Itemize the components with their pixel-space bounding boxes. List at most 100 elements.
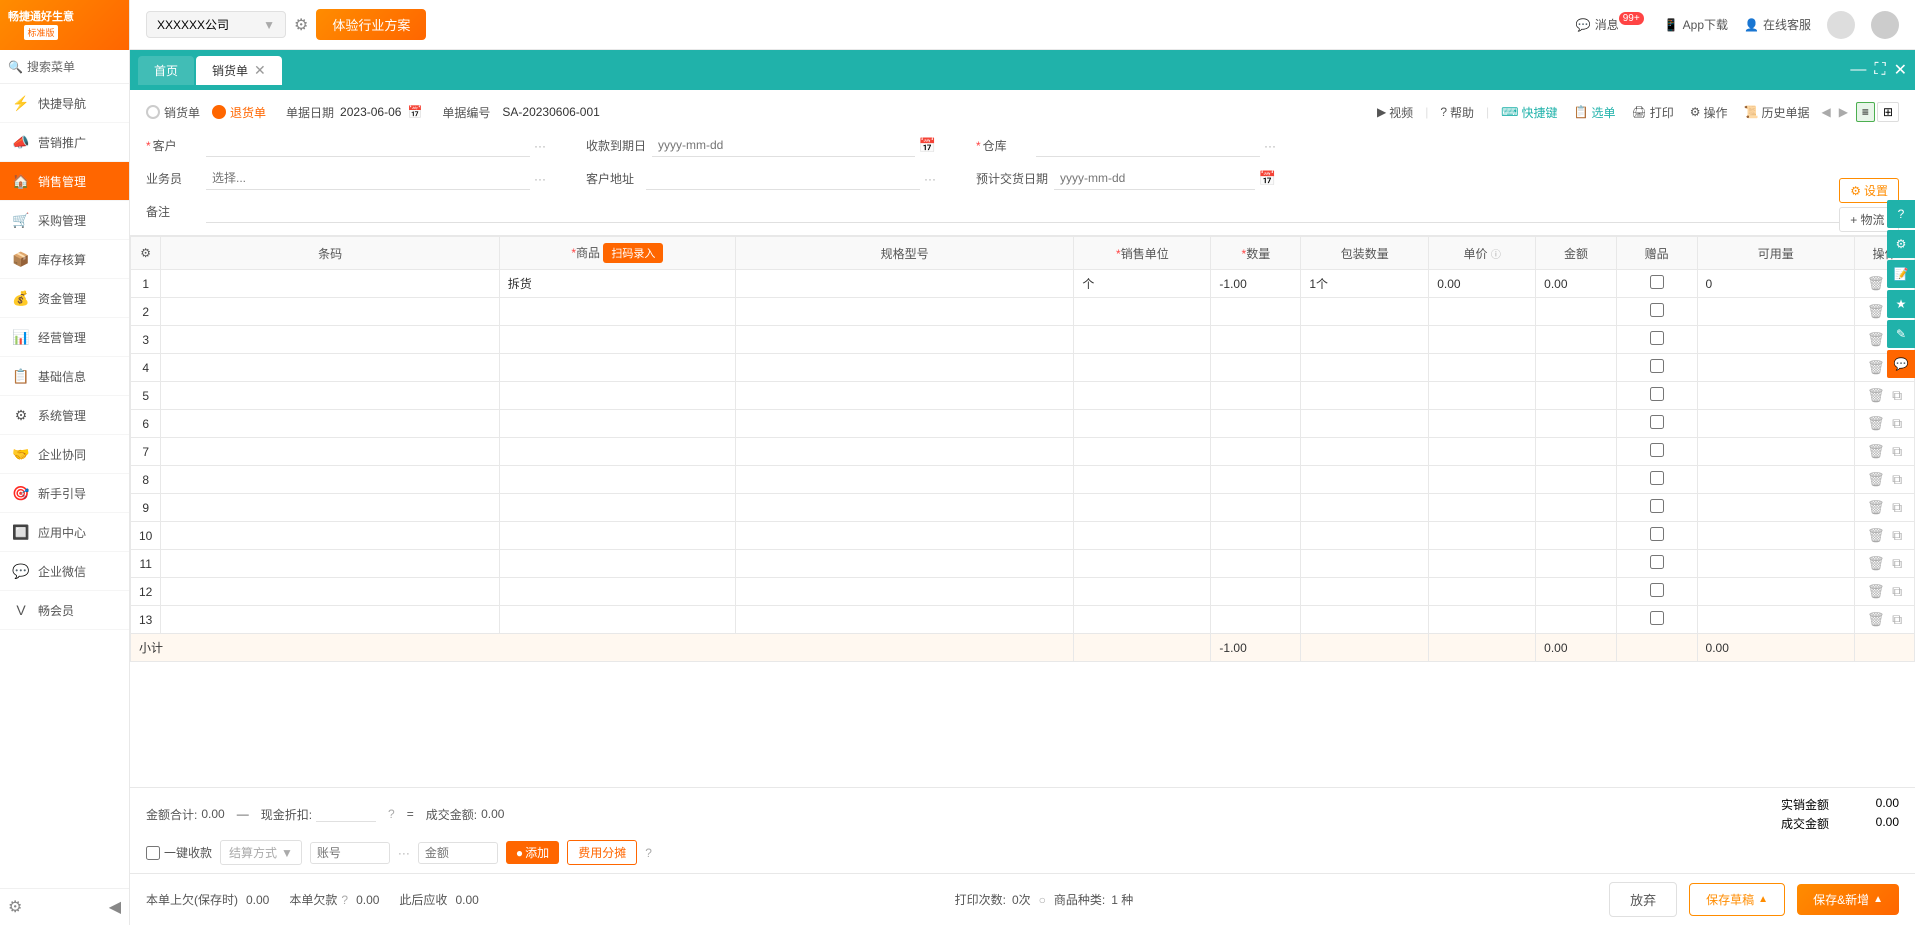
- row-qty[interactable]: [1211, 494, 1301, 522]
- row-pack-qty[interactable]: [1301, 410, 1429, 438]
- row-amount[interactable]: [1536, 522, 1617, 550]
- gift-checkbox[interactable]: [1650, 583, 1664, 597]
- gift-checkbox[interactable]: [1650, 359, 1664, 373]
- toolbar-video[interactable]: ▶ 视频: [1373, 104, 1417, 121]
- sidebar-item-system[interactable]: ⚙ 系统管理: [0, 396, 129, 435]
- help-icon[interactable]: ?: [388, 807, 395, 821]
- fee-help-icon[interactable]: ?: [645, 846, 652, 860]
- row-spec[interactable]: [735, 494, 1073, 522]
- row-barcode[interactable]: [161, 494, 499, 522]
- row-amount[interactable]: [1536, 438, 1617, 466]
- save-draft-chevron-icon[interactable]: ▲: [1758, 894, 1768, 905]
- row-pack-qty[interactable]: [1301, 578, 1429, 606]
- settings-icon[interactable]: ⚙: [8, 897, 22, 917]
- row-barcode[interactable]: [161, 270, 499, 298]
- customer-input[interactable]: [206, 134, 530, 157]
- row-unit[interactable]: [1074, 466, 1211, 494]
- tab-close-icon[interactable]: ✕: [254, 62, 266, 79]
- row-unit-price[interactable]: 0.00: [1429, 270, 1536, 298]
- sidebar-item-sales[interactable]: 🏠 销售管理: [0, 162, 129, 201]
- row-unit[interactable]: [1074, 354, 1211, 382]
- row-gift[interactable]: [1616, 494, 1697, 522]
- row-product[interactable]: [499, 326, 735, 354]
- sidebar-item-shortcut[interactable]: ⚡ 快捷导航: [0, 84, 129, 123]
- add-button[interactable]: ● 添加: [506, 841, 559, 864]
- row-unit[interactable]: [1074, 494, 1211, 522]
- row-pack-qty[interactable]: [1301, 326, 1429, 354]
- row-pack-qty[interactable]: [1301, 494, 1429, 522]
- tab-home[interactable]: 首页: [138, 56, 194, 85]
- expected-date-input[interactable]: [1054, 167, 1255, 190]
- row-product[interactable]: [499, 550, 735, 578]
- gift-checkbox[interactable]: [1650, 527, 1664, 541]
- row-product[interactable]: [499, 382, 735, 410]
- row-gift[interactable]: [1616, 270, 1697, 298]
- account-dots-icon[interactable]: ···: [398, 846, 410, 860]
- row-pack-qty[interactable]: [1301, 606, 1429, 634]
- delete-row-icon[interactable]: 🗑: [1867, 471, 1885, 487]
- calc-method-select[interactable]: 结算方式 ▼: [220, 840, 302, 865]
- tab-close-window-icon[interactable]: ✕: [1894, 60, 1907, 80]
- row-unit[interactable]: [1074, 382, 1211, 410]
- gift-checkbox[interactable]: [1650, 611, 1664, 625]
- delete-row-icon[interactable]: 🗑: [1867, 415, 1885, 431]
- row-gift[interactable]: [1616, 466, 1697, 494]
- copy-row-icon[interactable]: ⧉: [1892, 527, 1902, 543]
- save-new-button[interactable]: 保存&新增 ▲: [1797, 884, 1899, 915]
- row-qty[interactable]: [1211, 578, 1301, 606]
- gift-checkbox[interactable]: [1650, 275, 1664, 289]
- row-product[interactable]: [499, 354, 735, 382]
- row-pack-qty[interactable]: [1301, 354, 1429, 382]
- company-selector[interactable]: XXXXXX公司 ▼: [146, 11, 286, 38]
- gift-checkbox[interactable]: [1650, 415, 1664, 429]
- row-product[interactable]: [499, 410, 735, 438]
- row-unit[interactable]: [1074, 298, 1211, 326]
- quick-payment-check[interactable]: 一键收款: [146, 844, 212, 861]
- row-unit[interactable]: [1074, 438, 1211, 466]
- row-spec[interactable]: [735, 606, 1073, 634]
- remark-input[interactable]: [206, 200, 1899, 223]
- gift-checkbox[interactable]: [1650, 499, 1664, 513]
- row-unit-price[interactable]: [1429, 410, 1536, 438]
- sidebar-item-stock[interactable]: 📦 库存核算: [0, 240, 129, 279]
- float-btn-6[interactable]: 💬: [1887, 350, 1915, 378]
- quick-payment-checkbox[interactable]: [146, 846, 160, 860]
- row-product[interactable]: [499, 522, 735, 550]
- float-btn-3[interactable]: 📝: [1887, 260, 1915, 288]
- copy-row-icon[interactable]: ⧉: [1892, 499, 1902, 515]
- toolbar-select[interactable]: 📋 选单: [1569, 104, 1619, 121]
- user-avatar[interactable]: [1827, 11, 1855, 39]
- sidebar-item-collab[interactable]: 🤝 企业协同: [0, 435, 129, 474]
- row-amount[interactable]: [1536, 410, 1617, 438]
- sidebar-item-marketing[interactable]: 📣 营销推广: [0, 123, 129, 162]
- row-qty[interactable]: [1211, 466, 1301, 494]
- warehouse-input[interactable]: [1036, 134, 1260, 157]
- footer-product-icon[interactable]: ○: [1039, 893, 1046, 907]
- toolbar-operate[interactable]: ⚙ 操作: [1686, 104, 1732, 121]
- row-qty[interactable]: [1211, 298, 1301, 326]
- row-spec[interactable]: [735, 410, 1073, 438]
- row-qty[interactable]: [1211, 438, 1301, 466]
- toolbar-print[interactable]: 🖨 打印: [1627, 104, 1677, 121]
- list-view-rows[interactable]: ≡: [1856, 102, 1875, 122]
- row-unit[interactable]: [1074, 326, 1211, 354]
- row-amount[interactable]: [1536, 354, 1617, 382]
- copy-row-icon[interactable]: ⧉: [1892, 387, 1902, 403]
- copy-row-icon[interactable]: ⧉: [1892, 611, 1902, 627]
- sidebar-item-wechat[interactable]: 💬 企业微信: [0, 552, 129, 591]
- row-product[interactable]: [499, 438, 735, 466]
- row-qty[interactable]: [1211, 606, 1301, 634]
- copy-row-icon[interactable]: ⧉: [1892, 555, 1902, 571]
- delete-row-icon[interactable]: 🗑: [1867, 443, 1885, 459]
- delete-row-icon[interactable]: 🗑: [1867, 611, 1885, 627]
- float-btn-2[interactable]: ⚙: [1887, 230, 1915, 258]
- row-pack-qty[interactable]: [1301, 466, 1429, 494]
- gift-checkbox[interactable]: [1650, 387, 1664, 401]
- customer-address-input[interactable]: [646, 167, 920, 190]
- warehouse-dots-icon[interactable]: ···: [1264, 139, 1276, 153]
- customer-address-dots-icon[interactable]: ···: [924, 172, 936, 186]
- topbar-settings-icon[interactable]: ⚙: [294, 15, 308, 35]
- row-unit-price[interactable]: [1429, 578, 1536, 606]
- row-amount[interactable]: [1536, 382, 1617, 410]
- row-qty[interactable]: [1211, 550, 1301, 578]
